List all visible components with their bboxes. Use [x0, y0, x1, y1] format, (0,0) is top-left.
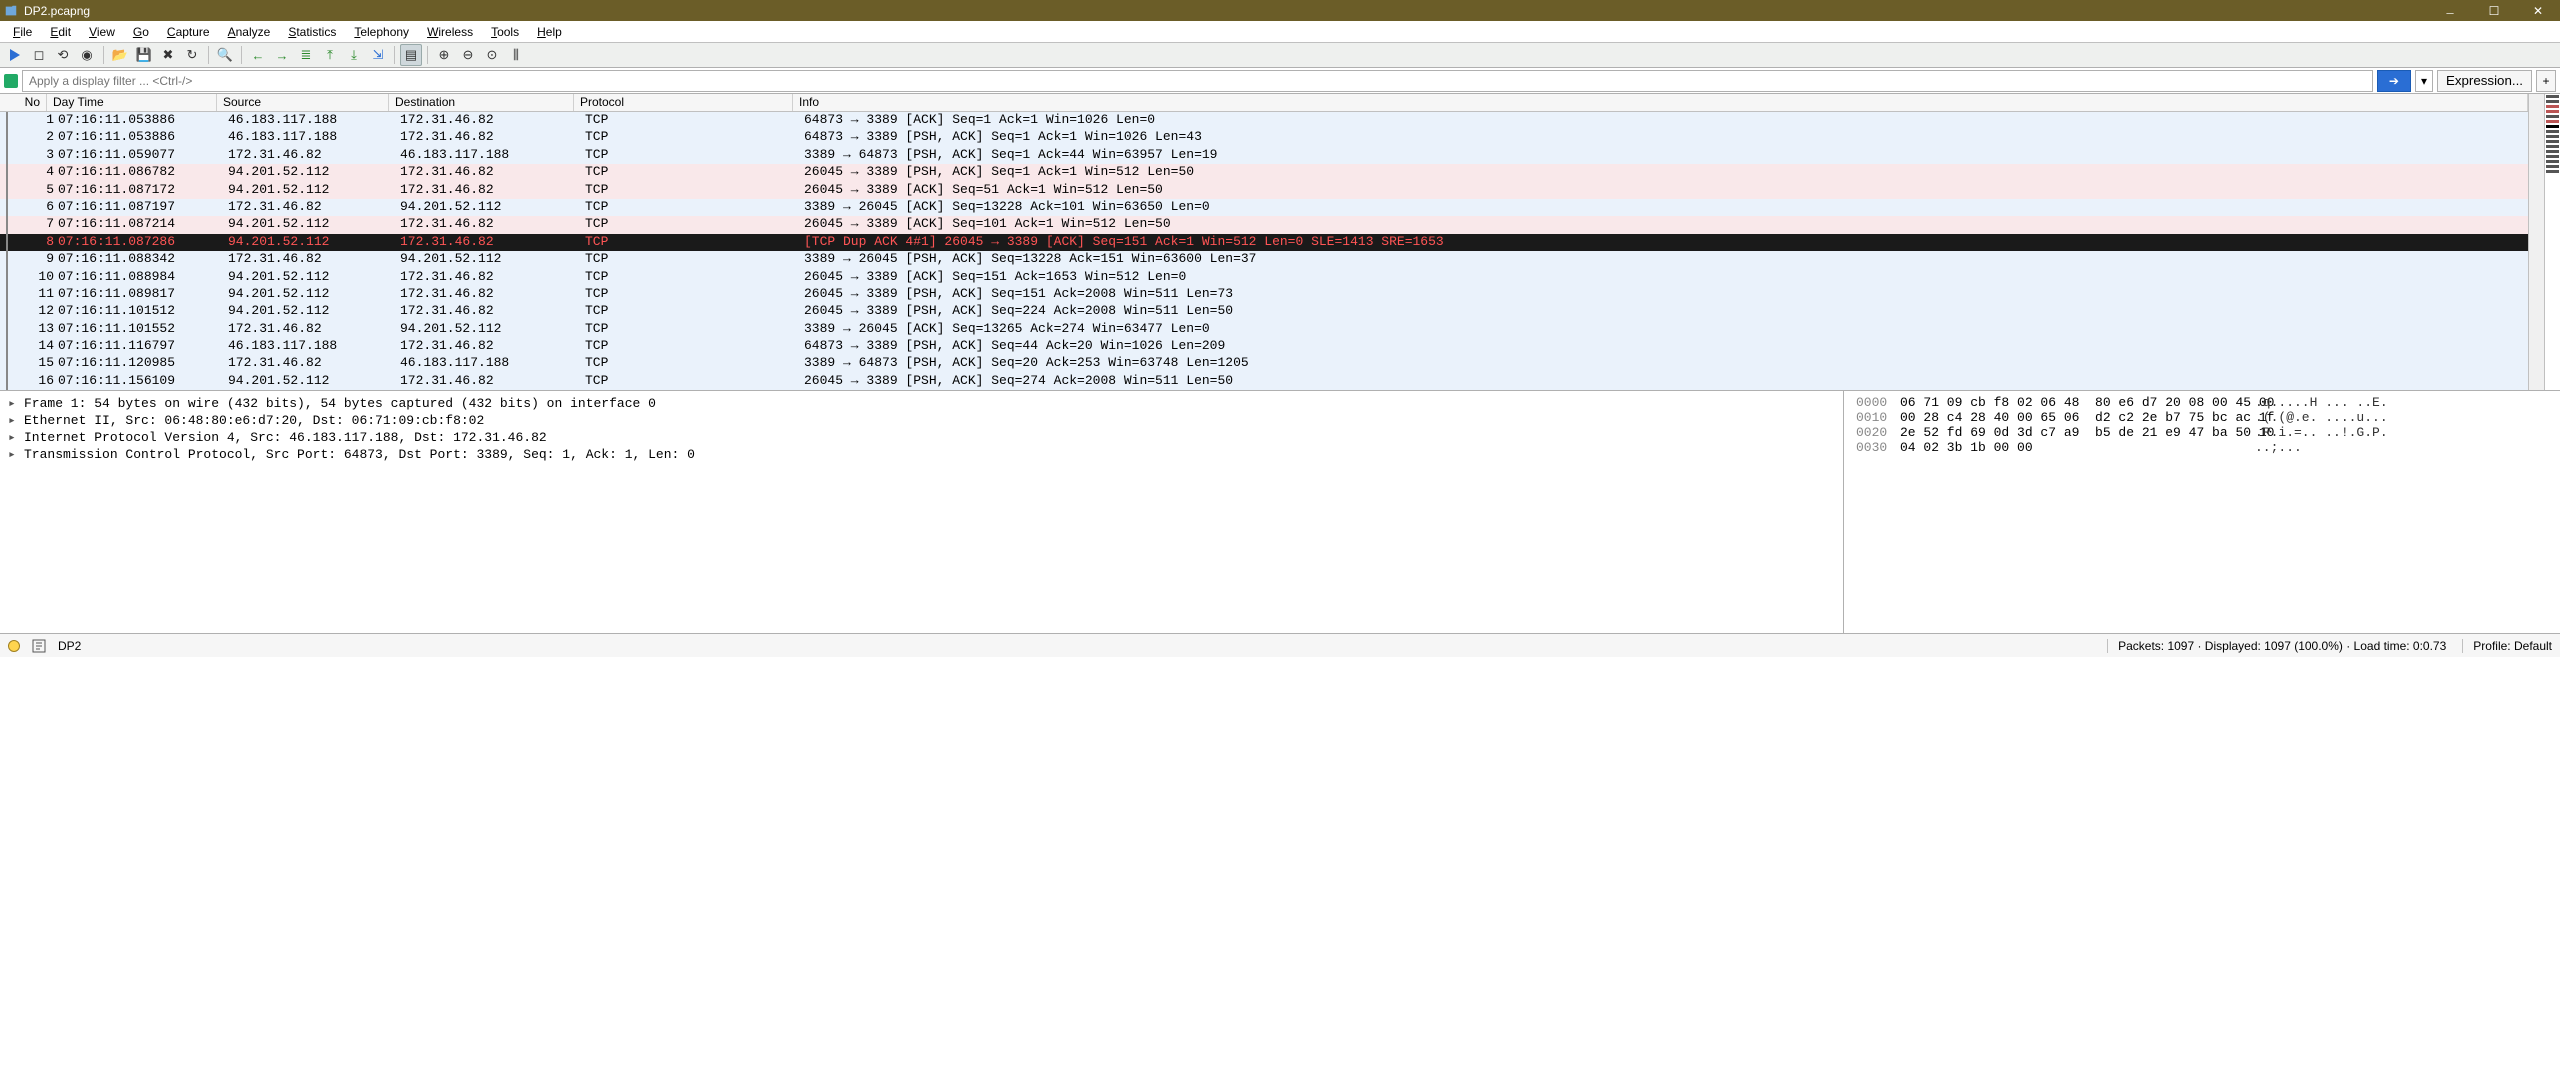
- save-file-icon[interactable]: 💾: [133, 44, 155, 66]
- packet-list-scrollbar[interactable]: [2528, 94, 2544, 390]
- packet-row[interactable]: 1307:16:11.101552172.31.46.8294.201.52.1…: [0, 321, 2528, 338]
- minimize-button[interactable]: ﹘: [2428, 0, 2472, 21]
- start-capture-icon[interactable]: [4, 44, 26, 66]
- close-file-icon[interactable]: ✖: [157, 44, 179, 66]
- expand-toggle-icon[interactable]: ▸: [8, 447, 18, 462]
- menu-analyze[interactable]: Analyze: [219, 22, 280, 42]
- zoom-out-icon[interactable]: ⊖: [457, 44, 479, 66]
- packet-row[interactable]: 807:16:11.08728694.201.52.112172.31.46.8…: [0, 234, 2528, 251]
- go-forward-icon[interactable]: →: [271, 44, 293, 66]
- filter-history-dropdown[interactable]: ▾: [2415, 70, 2433, 92]
- hex-row[interactable]: 00202e 52 fd 69 0d 3d c7 a9 b5 de 21 e9 …: [1856, 425, 2552, 440]
- hex-row[interactable]: 001000 28 c4 28 40 00 65 06 d2 c2 2e b7 …: [1856, 410, 2552, 425]
- packet-bytes-pane[interactable]: 000006 71 09 cb f8 02 06 48 80 e6 d7 20 …: [1844, 391, 2560, 633]
- maximize-button[interactable]: ☐: [2472, 0, 2516, 21]
- menu-help[interactable]: Help: [528, 22, 571, 42]
- packet-row[interactable]: 1007:16:11.08898494.201.52.112172.31.46.…: [0, 269, 2528, 286]
- col-destination[interactable]: Destination: [389, 94, 574, 111]
- resize-columns-icon[interactable]: ⫼: [505, 44, 527, 66]
- capture-file-props-icon[interactable]: [32, 639, 46, 653]
- menu-go[interactable]: Go: [124, 22, 158, 42]
- go-last-icon[interactable]: ⤓: [343, 44, 365, 66]
- find-packet-icon[interactable]: 🔍: [214, 44, 236, 66]
- detail-tree-row[interactable]: ▸Internet Protocol Version 4, Src: 46.18…: [8, 429, 1843, 446]
- zoom-reset-icon[interactable]: ⊙: [481, 44, 503, 66]
- main-toolbar: ◻ ⟲ ◉ 📂 💾 ✖ ↻ 🔍 ← → ≣ ⤒ ⤓ ⇲ ▤ ⊕ ⊖ ⊙ ⫼: [0, 43, 2560, 68]
- filter-bookmark-icon[interactable]: [4, 74, 18, 88]
- expand-toggle-icon[interactable]: ▸: [8, 413, 18, 428]
- packet-row[interactable]: 507:16:11.08717294.201.52.112172.31.46.8…: [0, 182, 2528, 199]
- packet-details-pane[interactable]: ▸Frame 1: 54 bytes on wire (432 bits), 5…: [0, 391, 1844, 633]
- packet-row[interactable]: 107:16:11.05388646.183.117.188172.31.46.…: [0, 112, 2528, 129]
- expert-info-icon[interactable]: [8, 640, 20, 652]
- packet-row[interactable]: 1607:16:11.15610994.201.52.112172.31.46.…: [0, 373, 2528, 390]
- reload-icon[interactable]: ↻: [181, 44, 203, 66]
- menu-edit[interactable]: Edit: [41, 22, 80, 42]
- apply-filter-button[interactable]: ➔: [2377, 70, 2411, 92]
- packet-row[interactable]: 1507:16:11.120985172.31.46.8246.183.117.…: [0, 355, 2528, 372]
- expression-button[interactable]: Expression...: [2437, 70, 2532, 92]
- packet-row[interactable]: 907:16:11.088342172.31.46.8294.201.52.11…: [0, 251, 2528, 268]
- col-time[interactable]: Day Time: [47, 94, 217, 111]
- menu-file[interactable]: File: [4, 22, 41, 42]
- titlebar: DP2.pcapng ﹘ ☐ ✕: [0, 0, 2560, 21]
- col-protocol[interactable]: Protocol: [574, 94, 793, 111]
- expand-toggle-icon[interactable]: ▸: [8, 430, 18, 445]
- expand-toggle-icon[interactable]: ▸: [8, 396, 18, 411]
- restart-capture-icon[interactable]: ⟲: [52, 44, 74, 66]
- packet-row[interactable]: 707:16:11.08721494.201.52.112172.31.46.8…: [0, 216, 2528, 233]
- packet-row[interactable]: 307:16:11.059077172.31.46.8246.183.117.1…: [0, 147, 2528, 164]
- detail-tree-row[interactable]: ▸Frame 1: 54 bytes on wire (432 bits), 5…: [8, 395, 1843, 412]
- hex-row[interactable]: 000006 71 09 cb f8 02 06 48 80 e6 d7 20 …: [1856, 395, 2552, 410]
- capture-options-icon[interactable]: ◉: [76, 44, 98, 66]
- go-to-packet-icon[interactable]: ≣: [295, 44, 317, 66]
- packet-list-header[interactable]: No Day Time Source Destination Protocol …: [0, 94, 2528, 112]
- menu-view[interactable]: View: [80, 22, 124, 42]
- menu-capture[interactable]: Capture: [158, 22, 219, 42]
- col-no[interactable]: No: [0, 94, 47, 111]
- packet-minimap[interactable]: [2544, 94, 2560, 390]
- add-filter-button[interactable]: +: [2536, 70, 2556, 92]
- menu-wireless[interactable]: Wireless: [418, 22, 482, 42]
- packet-row[interactable]: 407:16:11.08678294.201.52.112172.31.46.8…: [0, 164, 2528, 181]
- zoom-in-icon[interactable]: ⊕: [433, 44, 455, 66]
- app-icon: [4, 4, 18, 18]
- status-profile[interactable]: Profile: Default: [2462, 639, 2552, 653]
- packet-row[interactable]: 207:16:11.05388646.183.117.188172.31.46.…: [0, 129, 2528, 146]
- menu-telephony[interactable]: Telephony: [345, 22, 418, 42]
- packet-row[interactable]: 1407:16:11.11679746.183.117.188172.31.46…: [0, 338, 2528, 355]
- open-file-icon[interactable]: 📂: [109, 44, 131, 66]
- auto-scroll-icon[interactable]: ⇲: [367, 44, 389, 66]
- menubar: FileEditViewGoCaptureAnalyzeStatisticsTe…: [0, 21, 2560, 43]
- menu-statistics[interactable]: Statistics: [279, 22, 345, 42]
- menu-tools[interactable]: Tools: [482, 22, 528, 42]
- packet-list-pane: No Day Time Source Destination Protocol …: [0, 94, 2560, 391]
- packet-row[interactable]: 1107:16:11.08981794.201.52.112172.31.46.…: [0, 286, 2528, 303]
- status-file: DP2: [58, 639, 81, 653]
- window-title: DP2.pcapng: [24, 4, 90, 18]
- display-filter-input[interactable]: [22, 70, 2373, 92]
- packet-row[interactable]: 1207:16:11.10151294.201.52.112172.31.46.…: [0, 303, 2528, 320]
- statusbar: DP2 Packets: 1097 · Displayed: 1097 (100…: [0, 633, 2560, 657]
- go-first-icon[interactable]: ⤒: [319, 44, 341, 66]
- packet-row[interactable]: 607:16:11.087197172.31.46.8294.201.52.11…: [0, 199, 2528, 216]
- close-button[interactable]: ✕: [2516, 0, 2560, 21]
- stop-capture-icon[interactable]: ◻: [28, 44, 50, 66]
- detail-tree-row[interactable]: ▸Ethernet II, Src: 06:48:80:e6:d7:20, Ds…: [8, 412, 1843, 429]
- col-source[interactable]: Source: [217, 94, 389, 111]
- go-back-icon[interactable]: ←: [247, 44, 269, 66]
- status-packets: Packets: 1097 · Displayed: 1097 (100.0%)…: [2107, 639, 2446, 653]
- col-info[interactable]: Info: [793, 94, 2528, 111]
- hex-row[interactable]: 003004 02 3b 1b 00 00..;...: [1856, 440, 2552, 455]
- display-filter-bar: ➔ ▾ Expression... +: [0, 68, 2560, 94]
- detail-tree-row[interactable]: ▸Transmission Control Protocol, Src Port…: [8, 446, 1843, 463]
- colorize-icon[interactable]: ▤: [400, 44, 422, 66]
